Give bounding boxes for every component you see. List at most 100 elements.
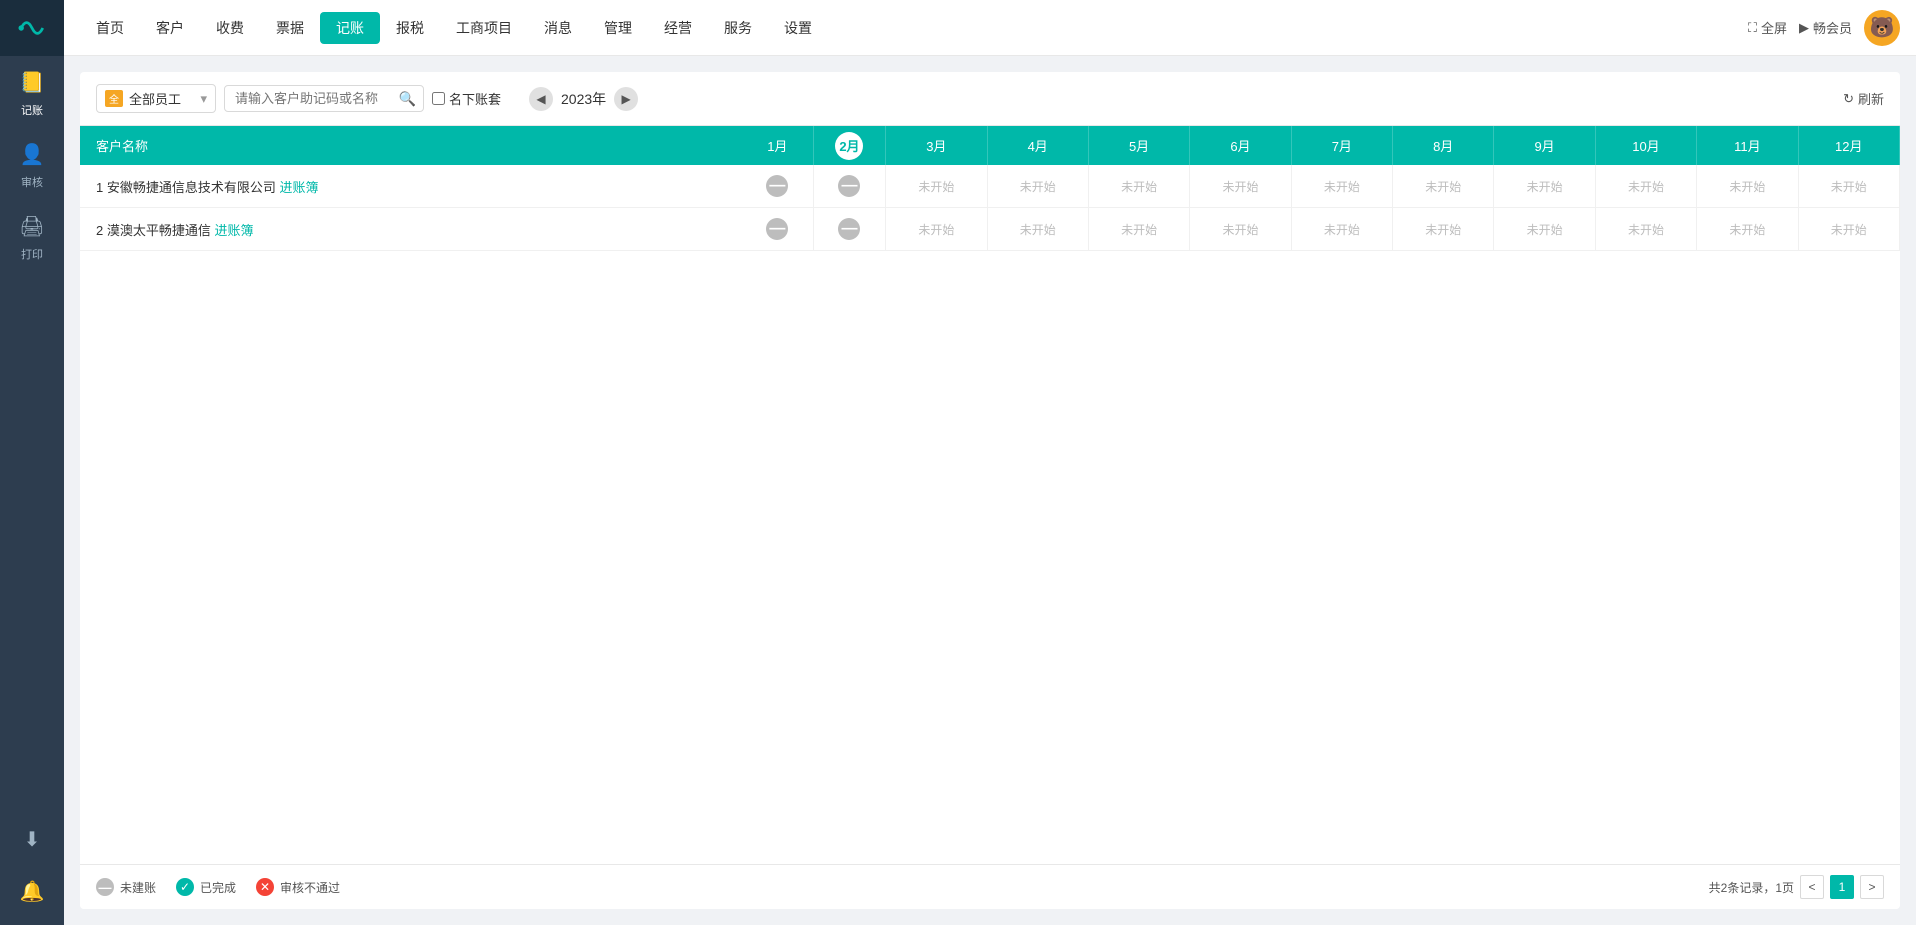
nav-bookkeeping[interactable]: 记账 bbox=[320, 12, 380, 44]
accounts-table: 客户名称 1月 2月 3月 4月 5月 6月 7月 8月 9月 bbox=[80, 126, 1900, 251]
status-not-started: 未开始 bbox=[1729, 180, 1765, 194]
cell-mar: 未开始 bbox=[886, 165, 987, 208]
nav-invoice[interactable]: 票据 bbox=[260, 12, 320, 44]
enter-ledger-link[interactable]: 进账簿 bbox=[279, 180, 318, 195]
prev-page-button[interactable]: < bbox=[1800, 875, 1824, 899]
cell-jul: 未开始 bbox=[1291, 208, 1392, 251]
nav-right: ⛶ 全屏 ▶ 畅会员 🐻 bbox=[1748, 10, 1900, 46]
nav-manage[interactable]: 管理 bbox=[588, 12, 648, 44]
cell-aug: 未开始 bbox=[1393, 208, 1494, 251]
cell-jun: 未开始 bbox=[1190, 165, 1291, 208]
user-avatar[interactable]: 🐻 bbox=[1864, 10, 1900, 46]
nav-tax[interactable]: 报税 bbox=[380, 12, 440, 44]
next-year-button[interactable]: ▶ bbox=[614, 87, 638, 111]
col-apr: 4月 bbox=[987, 126, 1088, 165]
table-header-row: 客户名称 1月 2月 3月 4月 5月 6月 7月 8月 9月 bbox=[80, 126, 1900, 165]
status-not-started: 未开始 bbox=[1831, 180, 1867, 194]
employee-select[interactable]: 全 全部员工 ▾ bbox=[96, 84, 216, 113]
col-jan: 1月 bbox=[742, 126, 813, 165]
next-page-button[interactable]: > bbox=[1860, 875, 1884, 899]
col-aug: 8月 bbox=[1393, 126, 1494, 165]
nav-billing[interactable]: 收费 bbox=[200, 12, 260, 44]
col-sep: 9月 bbox=[1494, 126, 1595, 165]
main-area: 首页 客户 收费 票据 记账 报税 工商项目 消息 管理 经营 服务 设置 ⛶ … bbox=[64, 0, 1916, 925]
sidebar-item-audit[interactable]: 👤 审核 bbox=[0, 128, 64, 200]
not-built-icon: — bbox=[96, 878, 114, 896]
search-wrap: 🔍 bbox=[224, 85, 424, 112]
col-dec: 12月 bbox=[1798, 126, 1899, 165]
nav-service[interactable]: 服务 bbox=[708, 12, 768, 44]
sidebar-item-notification[interactable]: 🔔 bbox=[0, 865, 64, 917]
cell-jul: 未开始 bbox=[1291, 165, 1392, 208]
year-display: 2023年 bbox=[561, 89, 606, 109]
cell-feb: — bbox=[813, 208, 885, 251]
cell-nov: 未开始 bbox=[1697, 208, 1798, 251]
top-navigation: 首页 客户 收费 票据 记账 报税 工商项目 消息 管理 经营 服务 设置 ⛶ … bbox=[64, 0, 1916, 56]
sidebar-item-download[interactable]: ⬇ bbox=[0, 813, 64, 865]
nav-business[interactable]: 工商项目 bbox=[440, 12, 528, 44]
status-not-started: 未开始 bbox=[1425, 223, 1461, 237]
sidebar-label-bookkeeping: 记账 bbox=[21, 102, 43, 118]
completed-icon: ✓ bbox=[176, 878, 194, 896]
cell-aug: 未开始 bbox=[1393, 165, 1494, 208]
nav-message[interactable]: 消息 bbox=[528, 12, 588, 44]
play-icon: ▶ bbox=[1799, 20, 1809, 36]
main-card: 全 全部员工 ▾ 🔍 名下账套 ◀ 2023年 ▶ bbox=[80, 72, 1900, 909]
refresh-button[interactable]: ↻ 刷新 bbox=[1843, 89, 1884, 108]
status-not-started: 未开始 bbox=[1324, 180, 1360, 194]
sidebar: 📒 记账 👤 审核 🖨 打印 ⬇ 🔔 bbox=[0, 0, 64, 925]
nav-customer[interactable]: 客户 bbox=[140, 12, 200, 44]
employee-label: 全部员工 bbox=[129, 89, 181, 108]
search-input[interactable] bbox=[224, 85, 424, 112]
status-not-started: 未开始 bbox=[918, 223, 954, 237]
col-nov: 11月 bbox=[1697, 126, 1798, 165]
enter-ledger-link[interactable]: 进账簿 bbox=[214, 223, 253, 238]
completed-label: 已完成 bbox=[200, 879, 236, 896]
toolbar: 全 全部员工 ▾ 🔍 名下账套 ◀ 2023年 ▶ bbox=[80, 72, 1900, 126]
myaccounts-label: 名下账套 bbox=[449, 89, 501, 108]
table-wrap: 客户名称 1月 2月 3月 4月 5月 6月 7月 8月 9月 bbox=[80, 126, 1900, 864]
status-not-built: — bbox=[766, 175, 788, 197]
status-not-started: 未开始 bbox=[1628, 180, 1664, 194]
row-index: 1 bbox=[96, 180, 107, 195]
cell-apr: 未开始 bbox=[987, 208, 1088, 251]
cell-sep: 未开始 bbox=[1494, 208, 1595, 251]
col-oct: 10月 bbox=[1595, 126, 1696, 165]
status-not-started: 未开始 bbox=[1222, 223, 1258, 237]
prev-year-button[interactable]: ◀ bbox=[529, 87, 553, 111]
sidebar-label-audit: 审核 bbox=[21, 174, 43, 190]
search-button[interactable]: 🔍 bbox=[399, 90, 416, 107]
sidebar-logo bbox=[0, 0, 64, 56]
nav-settings[interactable]: 设置 bbox=[768, 12, 828, 44]
chevron-down-icon: ▾ bbox=[200, 91, 207, 107]
sidebar-item-bookkeeping[interactable]: 📒 记账 bbox=[0, 56, 64, 128]
status-not-started: 未开始 bbox=[1729, 223, 1765, 237]
member-button[interactable]: ▶ 畅会员 bbox=[1799, 18, 1852, 37]
status-not-started: 未开始 bbox=[1020, 180, 1056, 194]
status-not-started: 未开始 bbox=[1527, 223, 1563, 237]
cell-nov: 未开始 bbox=[1697, 165, 1798, 208]
nav-items: 首页 客户 收费 票据 记账 报税 工商项目 消息 管理 经营 服务 设置 bbox=[80, 12, 1748, 44]
legend-rejected: ✕ 审核不通过 bbox=[256, 878, 340, 896]
year-navigation: ◀ 2023年 ▶ bbox=[529, 87, 638, 111]
sidebar-item-print[interactable]: 🖨 打印 bbox=[0, 200, 64, 272]
rejected-icon: ✕ bbox=[256, 878, 274, 896]
nav-operation[interactable]: 经营 bbox=[648, 12, 708, 44]
footer: — 未建账 ✓ 已完成 ✕ 审核不通过 共2条记录，1页 < 1 > bbox=[80, 864, 1900, 909]
sidebar-label-print: 打印 bbox=[21, 246, 43, 262]
myaccounts-checkbox[interactable] bbox=[432, 92, 445, 105]
status-not-started: 未开始 bbox=[1121, 223, 1157, 237]
sidebar-bottom: ⬇ 🔔 bbox=[0, 813, 64, 925]
myaccounts-checkbox-label[interactable]: 名下账套 bbox=[432, 89, 501, 108]
legend-completed: ✓ 已完成 bbox=[176, 878, 236, 896]
nav-home[interactable]: 首页 bbox=[80, 12, 140, 44]
col-jun: 6月 bbox=[1190, 126, 1291, 165]
page-1-button[interactable]: 1 bbox=[1830, 875, 1854, 899]
fullscreen-button[interactable]: ⛶ 全屏 bbox=[1748, 18, 1787, 37]
col-may: 5月 bbox=[1088, 126, 1189, 165]
pagination: 共2条记录，1页 < 1 > bbox=[1709, 875, 1884, 899]
customer-name: 安徽畅捷通信息技术有限公司 bbox=[107, 180, 276, 195]
cell-jan: — bbox=[742, 208, 813, 251]
status-not-started: 未开始 bbox=[1222, 180, 1258, 194]
cell-mar: 未开始 bbox=[886, 208, 987, 251]
